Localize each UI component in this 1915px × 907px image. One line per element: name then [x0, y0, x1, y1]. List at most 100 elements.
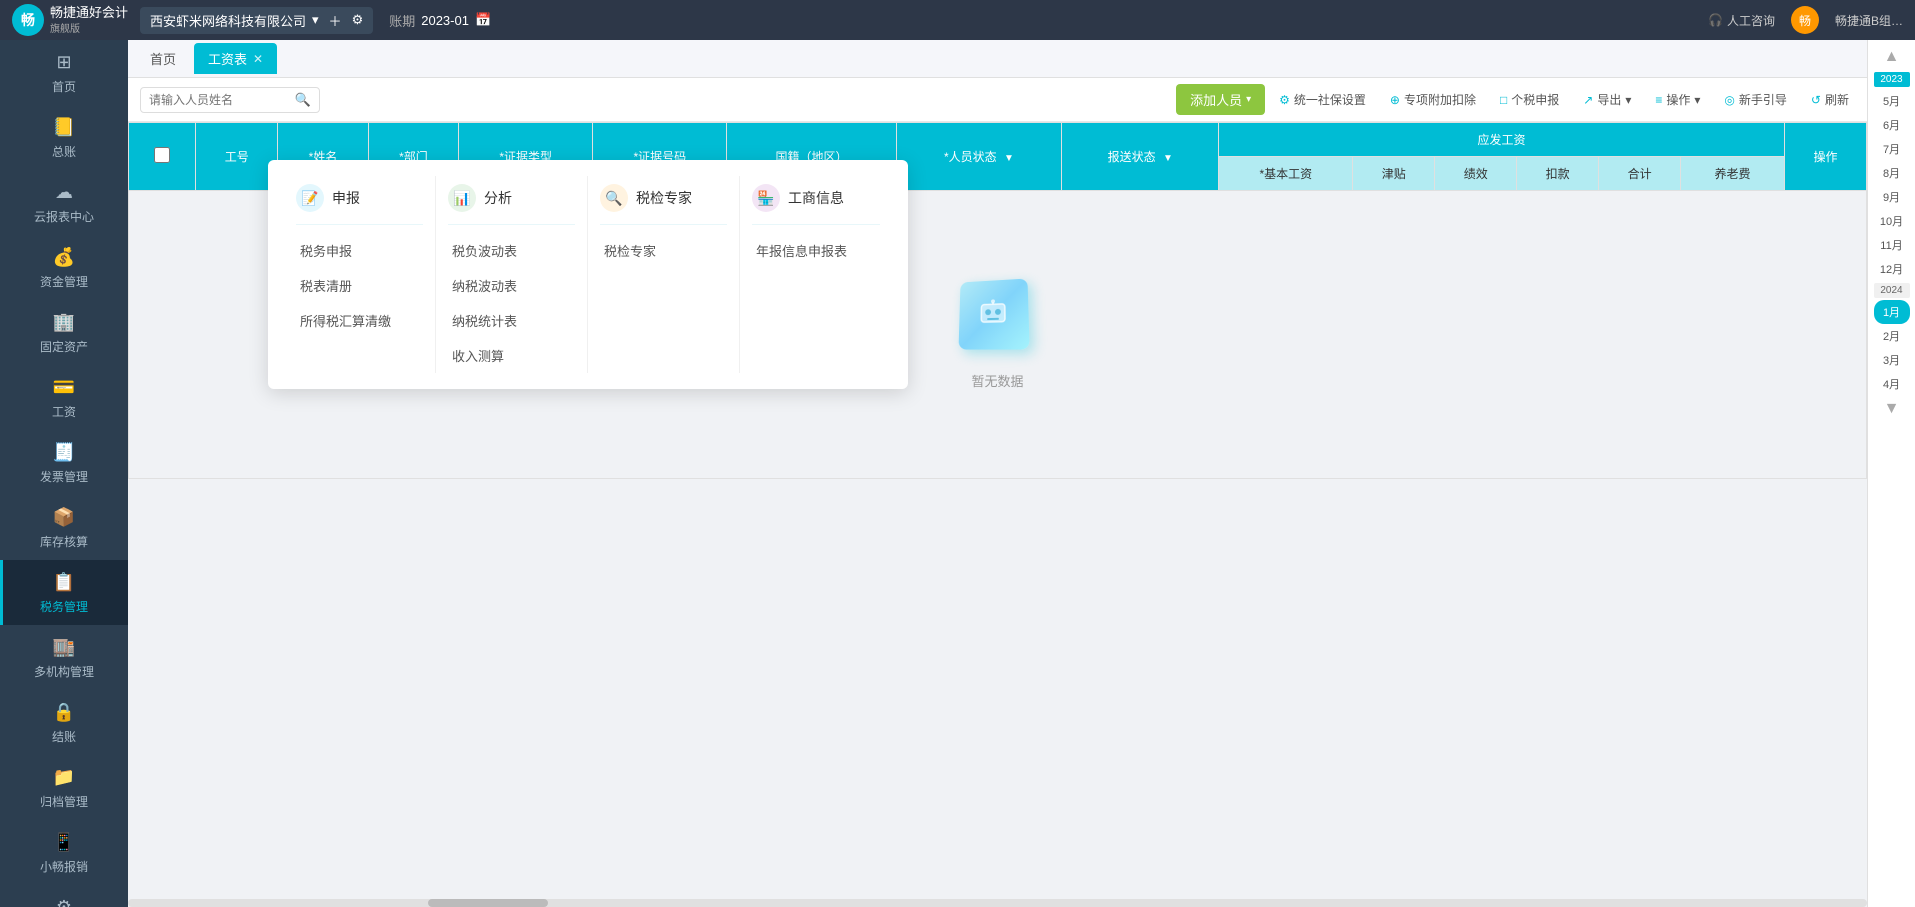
export-btn[interactable]: ↗ 导出 ▾: [1577, 87, 1637, 112]
company-selector[interactable]: 西安虾米网络科技有限公司 ▾ ＋ ⚙: [140, 7, 373, 34]
sidebar-item-promo[interactable]: 📱 小畅报销: [0, 820, 128, 885]
tab-salary[interactable]: 工资表 ✕: [194, 43, 277, 74]
sidebar-label-cloud: 云报表中心: [34, 208, 94, 225]
toolbar: 🔍 添加人员 ▾ ⚙ 统一社保设置 ⊕ 专项附加扣除 □ 个税申报: [128, 78, 1867, 122]
table-header-deduction: 扣款: [1517, 157, 1599, 191]
logo-icon: 畅: [12, 4, 44, 36]
empty-icon-wrap: [958, 279, 1038, 359]
social-insurance-icon: ⚙: [1279, 93, 1290, 107]
table-header-submit-status: 报送状态 ▼: [1062, 123, 1219, 191]
sidebar-label-invoice: 发票管理: [40, 468, 88, 485]
timeline-month-12[interactable]: 12月: [1868, 257, 1915, 281]
dropdown-item-tax-form[interactable]: 税表清册: [296, 268, 423, 303]
sidebar-item-fund[interactable]: 💰 资金管理: [0, 235, 128, 300]
dropdown-item-annual-report[interactable]: 年报信息申报表: [752, 233, 880, 268]
taxexpert-section-icon: 🔍: [600, 184, 628, 212]
horizontal-scrollbar-track[interactable]: [128, 899, 1867, 907]
timeline-month-5[interactable]: 5月: [1868, 89, 1915, 113]
empty-cube-icon: [958, 278, 1029, 349]
dropdown-section-shenbi: 📝 申报 税务申报 税表清册 所得税汇算清缴: [284, 176, 436, 373]
search-icon: 🔍: [295, 92, 311, 108]
search-input[interactable]: [149, 93, 289, 107]
content-area: 首页 工资表 ✕ 🔍 添加人员 ▾ ⚙ 统一社保设置: [128, 40, 1867, 907]
multi-icon: 🏬: [52, 635, 76, 659]
sidebar-label-home: 首页: [52, 78, 76, 95]
timeline-month-1[interactable]: 1月: [1874, 300, 1910, 324]
tab-close-icon[interactable]: ✕: [253, 52, 263, 66]
select-all-checkbox[interactable]: [154, 147, 170, 163]
sidebar-item-archive[interactable]: 📁 归档管理: [0, 755, 128, 820]
guide-btn[interactable]: ◎ 新手引导: [1718, 87, 1793, 112]
analysis-title: 分析: [484, 188, 512, 208]
table-header-status: *人员状态 ▼: [896, 123, 1062, 191]
timeline-month-7[interactable]: 7月: [1868, 137, 1915, 161]
sidebar-item-ledger[interactable]: 📒 总账: [0, 105, 128, 170]
cloud-icon: ☁: [52, 180, 76, 204]
sidebar-label-archive: 归档管理: [40, 793, 88, 810]
sidebar-item-cloud[interactable]: ☁ 云报表中心: [0, 170, 128, 235]
promo-icon: 📱: [52, 830, 76, 854]
timeline-month-6[interactable]: 6月: [1868, 113, 1915, 137]
plus-icon[interactable]: ＋: [329, 11, 342, 30]
add-person-button[interactable]: 添加人员 ▾: [1176, 84, 1265, 115]
dropdown-item-tax-burden[interactable]: 税负波动表: [448, 233, 575, 268]
tax-filing-icon: □: [1500, 93, 1507, 107]
close-period-icon: 🔒: [52, 700, 76, 724]
timeline-month-10[interactable]: 10月: [1868, 209, 1915, 233]
horizontal-scrollbar-thumb[interactable]: [428, 899, 548, 907]
social-insurance-btn[interactable]: ⚙ 统一社保设置: [1273, 87, 1372, 112]
settings-nav-icon: ⚙: [52, 895, 76, 907]
dropdown-item-tax-filing[interactable]: 税务申报: [296, 233, 423, 268]
filter-icon-submit[interactable]: ▼: [1163, 153, 1173, 164]
dropdown-item-tax-annual[interactable]: 所得税汇算清缴: [296, 303, 423, 338]
sidebar-item-inventory[interactable]: 📦 库存核算: [0, 495, 128, 560]
tab-home[interactable]: 首页: [136, 43, 190, 74]
sidebar-item-close[interactable]: 🔒 结账: [0, 690, 128, 755]
dropdown-item-income-calc[interactable]: 收入测算: [448, 338, 575, 373]
timeline-month-2[interactable]: 2月: [1868, 324, 1915, 348]
refresh-btn[interactable]: ↺ 刷新: [1805, 87, 1855, 112]
biz-title: 工商信息: [788, 188, 844, 208]
dropdown-item-taxexpert[interactable]: 税检专家: [600, 233, 727, 268]
timeline-month-4[interactable]: 4月: [1868, 372, 1915, 396]
timeline-month-9[interactable]: 9月: [1868, 185, 1915, 209]
search-wrap: 🔍: [140, 87, 320, 113]
logo-app-sub: 旗舰版: [50, 20, 128, 35]
company-name: 西安虾米网络科技有限公司: [150, 11, 306, 30]
refresh-label: 刷新: [1825, 91, 1849, 108]
dropdown-item-tax-stats[interactable]: 纳税统计表: [448, 303, 575, 338]
top-bar-right: 🎧 人工咨询 畅 畅捷通B组…: [1708, 6, 1903, 34]
settings-icon[interactable]: ⚙: [352, 12, 364, 28]
sidebar-item-tax[interactable]: 📋 税务管理: [0, 560, 128, 625]
filter-icon-status[interactable]: ▼: [1004, 153, 1014, 164]
sidebar-label-multi: 多机构管理: [34, 663, 94, 680]
fund-icon: 💰: [52, 245, 76, 269]
tax-filing-btn[interactable]: □ 个税申报: [1494, 87, 1565, 112]
sidebar-item-invoice[interactable]: 🧾 发票管理: [0, 430, 128, 495]
dropdown-header-shenbi: 📝 申报: [296, 176, 423, 225]
sidebar: ⊞ 首页 📒 总账 ☁ 云报表中心 💰 资金管理 🏢 固定资产 💳 工资 🧾 发…: [0, 40, 128, 907]
tab-bar: 首页 工资表 ✕: [128, 40, 1867, 78]
sidebar-item-multi[interactable]: 🏬 多机构管理: [0, 625, 128, 690]
timeline-month-8[interactable]: 8月: [1868, 161, 1915, 185]
tax-dropdown-menu: 📝 申报 税务申报 税表清册 所得税汇算清缴 📊 分析 税负波动表 纳税波动表 …: [268, 160, 908, 389]
dropdown-section-analysis: 📊 分析 税负波动表 纳税波动表 纳税统计表 收入测算: [436, 176, 588, 373]
timeline-month-11[interactable]: 11月: [1868, 233, 1915, 257]
timeline-down-arrow[interactable]: ▼: [1884, 396, 1900, 422]
operation-btn[interactable]: ≡ 操作 ▾: [1649, 87, 1706, 112]
logo-text-wrap: 畅捷通好会计 旗舰版: [50, 5, 128, 36]
help-button[interactable]: 🎧 人工咨询: [1708, 12, 1775, 29]
operation-icon: ≡: [1655, 93, 1662, 107]
timeline-month-3[interactable]: 3月: [1868, 348, 1915, 372]
timeline-up-arrow[interactable]: ▲: [1884, 44, 1900, 70]
user-name[interactable]: 畅捷通B组…: [1835, 12, 1903, 29]
sidebar-item-salary[interactable]: 💳 工资: [0, 365, 128, 430]
sidebar-item-asset[interactable]: 🏢 固定资产: [0, 300, 128, 365]
table-header-checkbox[interactable]: [129, 123, 196, 191]
calendar-icon[interactable]: 📅: [475, 12, 491, 28]
sidebar-item-home[interactable]: ⊞ 首页: [0, 40, 128, 105]
sidebar-item-settings[interactable]: ⚙ 基础设置: [0, 885, 128, 907]
dropdown-item-tax-wave[interactable]: 纳税波动表: [448, 268, 575, 303]
active-indicator: [0, 560, 3, 625]
special-deduction-btn[interactable]: ⊕ 专项附加扣除: [1384, 87, 1482, 112]
